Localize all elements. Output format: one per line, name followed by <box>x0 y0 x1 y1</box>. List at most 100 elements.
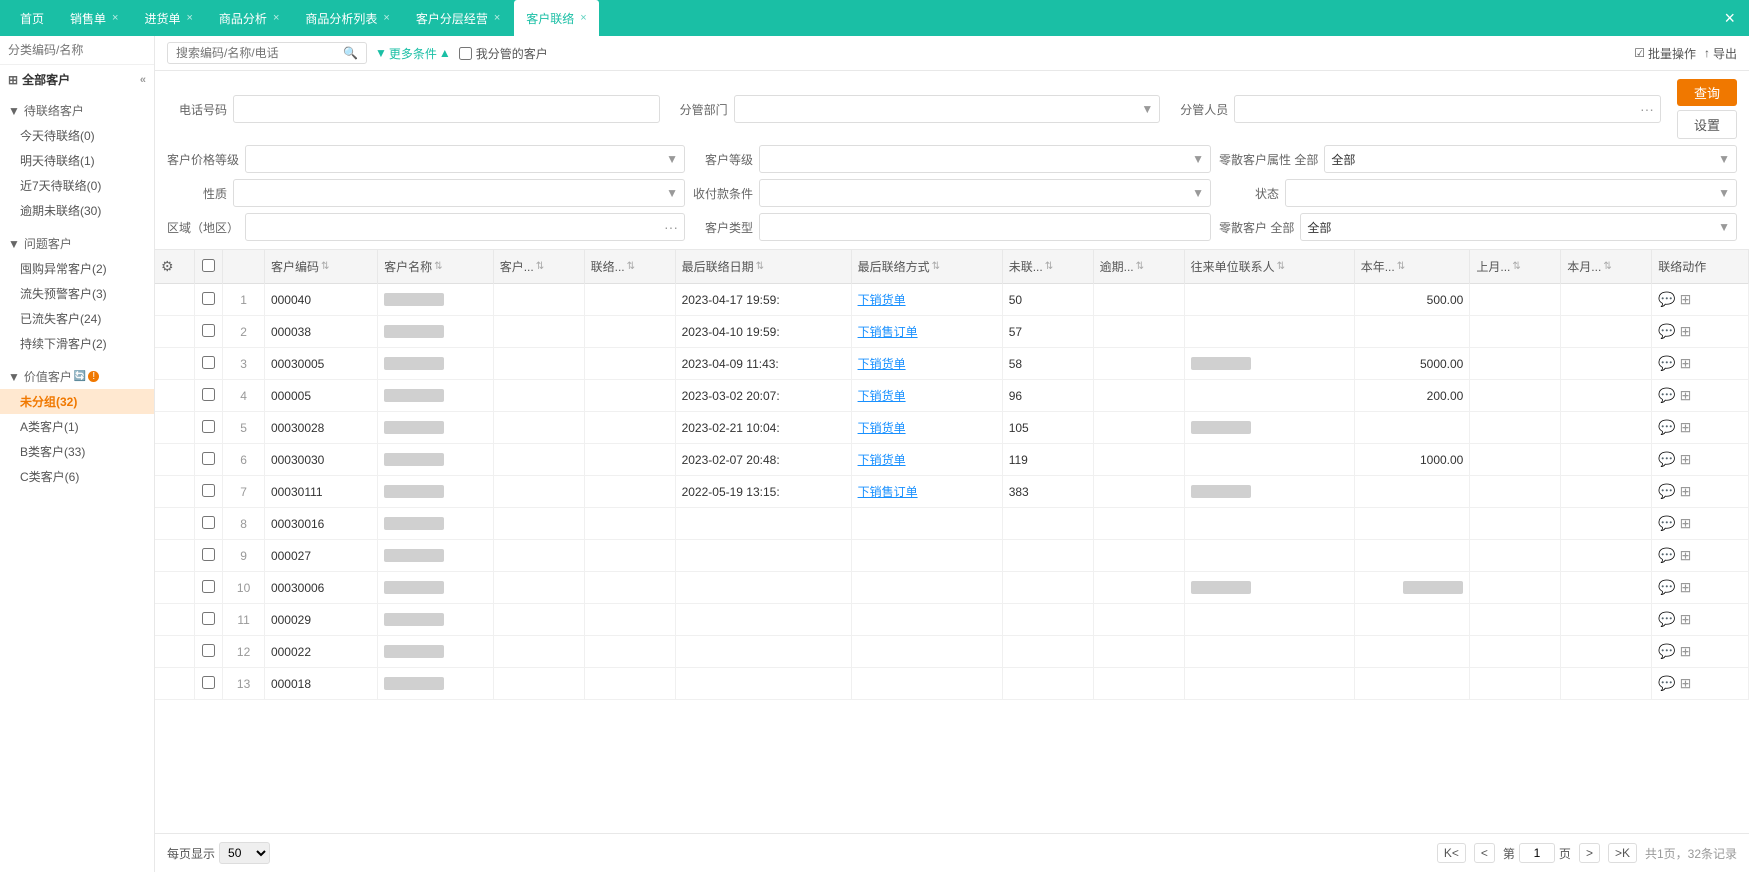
customer-type-col-header[interactable]: 客户...⇅ <box>493 250 584 284</box>
last-contact-method-cell[interactable] <box>851 508 1002 540</box>
nav-item-customer-contact[interactable]: 客户联络 × <box>514 0 598 36</box>
row-checkbox-cell[interactable] <box>195 444 223 476</box>
nav-item-product-analysis-list[interactable]: 商品分析列表 × <box>293 0 401 36</box>
contact-action-icon[interactable]: 💬 <box>1658 483 1675 500</box>
row-checkbox[interactable] <box>202 548 215 561</box>
close-customer-segment-tab[interactable]: × <box>494 12 500 24</box>
value-refresh-icon[interactable]: 🔄 <box>74 371 86 382</box>
last-contact-method-col-header[interactable]: 最后联络方式⇅ <box>851 250 1002 284</box>
more-action-icon[interactable]: ⊞ <box>1680 419 1692 436</box>
contact-action-icon[interactable]: 💬 <box>1658 643 1675 660</box>
row-checkbox-cell[interactable] <box>195 604 223 636</box>
row-checkbox-cell[interactable] <box>195 316 223 348</box>
last-contact-method-cell[interactable]: 下销售订单 <box>851 476 1002 508</box>
last-contact-method-cell[interactable] <box>851 572 1002 604</box>
settings-col-header[interactable]: ⚙ <box>155 250 195 284</box>
last-contact-method-cell[interactable] <box>851 540 1002 572</box>
more-action-icon[interactable]: ⊞ <box>1680 611 1692 628</box>
query-btn[interactable]: 查询 <box>1677 79 1737 106</box>
more-action-icon[interactable]: ⊞ <box>1680 547 1692 564</box>
row-checkbox-cell[interactable] <box>195 412 223 444</box>
phone-input[interactable] <box>233 95 660 123</box>
sidebar-item-class-a[interactable]: A类客户(1) <box>0 414 154 439</box>
last-contact-method-cell[interactable]: 下销货单 <box>851 348 1002 380</box>
top-close-btn[interactable]: × <box>1718 8 1741 29</box>
prev-page-btn[interactable]: < <box>1474 843 1495 863</box>
first-page-btn[interactable]: K< <box>1437 843 1466 863</box>
last-contact-method-cell[interactable]: 下销货单 <box>851 412 1002 444</box>
collapse-sidebar-btn[interactable]: « <box>140 74 146 86</box>
row-checkbox[interactable] <box>202 580 215 593</box>
close-customer-contact-tab[interactable]: × <box>580 12 586 24</box>
customer-type-select[interactable] <box>759 213 1211 241</box>
this-month-col-header[interactable]: 本月...⇅ <box>1561 250 1652 284</box>
last-month-col-header[interactable]: 上月...⇅ <box>1470 250 1561 284</box>
row-checkbox-cell[interactable] <box>195 636 223 668</box>
last-contact-method-cell[interactable]: 下销货单 <box>851 444 1002 476</box>
contact-action-icon[interactable]: 💬 <box>1658 355 1675 372</box>
more-action-icon[interactable]: ⊞ <box>1680 451 1692 468</box>
sidebar-item-unclassified[interactable]: 未分组(32) <box>0 389 154 414</box>
this-year-col-header[interactable]: 本年...⇅ <box>1354 250 1470 284</box>
batch-op-btn[interactable]: ☑ 批量操作 <box>1634 45 1696 62</box>
select-all-checkbox[interactable] <box>202 259 215 272</box>
sidebar-item-7days-pending[interactable]: 近7天待联络(0) <box>0 173 154 198</box>
sidebar-item-today-pending[interactable]: 今天待联络(0) <box>0 123 154 148</box>
all-customers-header[interactable]: ⊞ 全部客户 « <box>0 65 154 94</box>
nav-item-sales[interactable]: 销售单 × <box>58 0 130 36</box>
contact-col-header[interactable]: 联络...⇅ <box>584 250 675 284</box>
more-action-icon[interactable]: ⊞ <box>1680 291 1692 308</box>
more-action-icon[interactable]: ⊞ <box>1680 579 1692 596</box>
row-checkbox[interactable] <box>202 292 215 305</box>
more-conditions-btn[interactable]: ▼ 更多条件 ▲ <box>375 45 451 62</box>
close-product-analysis-tab[interactable]: × <box>273 12 279 24</box>
last-contact-method-cell[interactable] <box>851 636 1002 668</box>
retail-customer-select[interactable]: 全部 ▼ <box>1300 213 1737 241</box>
customer-level-select[interactable]: ▼ <box>759 145 1211 173</box>
row-checkbox[interactable] <box>202 516 215 529</box>
status-select[interactable]: ▼ <box>1285 179 1737 207</box>
manager-dots[interactable]: ··· <box>1640 101 1654 117</box>
row-checkbox-cell[interactable] <box>195 476 223 508</box>
contact-action-icon[interactable]: 💬 <box>1658 387 1675 404</box>
more-action-icon[interactable]: ⊞ <box>1680 355 1692 372</box>
manager-select[interactable]: ··· <box>1234 95 1661 123</box>
sidebar-item-tomorrow-pending[interactable]: 明天待联络(1) <box>0 148 154 173</box>
contact-action-icon[interactable]: 💬 <box>1658 579 1675 596</box>
row-checkbox[interactable] <box>202 676 215 689</box>
more-action-icon[interactable]: ⊞ <box>1680 675 1692 692</box>
last-contact-method-cell[interactable]: 下销售订单 <box>851 316 1002 348</box>
export-btn[interactable]: ↑ 导出 <box>1704 45 1737 62</box>
price-level-select[interactable]: ▼ <box>245 145 685 173</box>
row-checkbox[interactable] <box>202 420 215 433</box>
more-action-icon[interactable]: ⊞ <box>1680 515 1692 532</box>
my-customers-checkbox[interactable] <box>459 47 472 60</box>
row-checkbox-cell[interactable] <box>195 380 223 412</box>
region-dots[interactable]: ··· <box>664 219 678 235</box>
next-page-btn[interactable]: > <box>1579 843 1600 863</box>
uncontacted-col-header[interactable]: 未联...⇅ <box>1002 250 1093 284</box>
contact-action-icon[interactable]: 💬 <box>1658 515 1675 532</box>
row-checkbox[interactable] <box>202 644 215 657</box>
nature-select[interactable]: ▼ <box>233 179 685 207</box>
table-settings-icon[interactable]: ⚙ <box>161 258 174 274</box>
sidebar-item-abnormal[interactable]: 囤购异常客户(2) <box>0 256 154 281</box>
per-page-select[interactable]: 50 20 100 <box>219 842 270 864</box>
row-checkbox-cell[interactable] <box>195 348 223 380</box>
row-checkbox[interactable] <box>202 452 215 465</box>
checkbox-col-header[interactable] <box>195 250 223 284</box>
row-checkbox-cell[interactable] <box>195 540 223 572</box>
sidebar-item-churned[interactable]: 已流失客户(24) <box>0 306 154 331</box>
customer-name-col-header[interactable]: 客户名称⇅ <box>378 250 494 284</box>
page-input[interactable] <box>1519 843 1555 863</box>
my-customers-filter[interactable]: 我分管的客户 <box>459 45 548 62</box>
row-checkbox[interactable] <box>202 612 215 625</box>
nav-item-customer-segment[interactable]: 客户分层经营 × <box>404 0 512 36</box>
contact-action-icon[interactable]: 💬 <box>1658 611 1675 628</box>
last-contact-method-cell[interactable]: 下销货单 <box>851 284 1002 316</box>
customer-code-col-header[interactable]: 客户编码⇅ <box>264 250 377 284</box>
sidebar-item-overdue-pending[interactable]: 逾期未联络(30) <box>0 198 154 223</box>
close-sales-tab[interactable]: × <box>112 12 118 24</box>
more-action-icon[interactable]: ⊞ <box>1680 643 1692 660</box>
nav-item-home[interactable]: 首页 <box>8 0 56 36</box>
